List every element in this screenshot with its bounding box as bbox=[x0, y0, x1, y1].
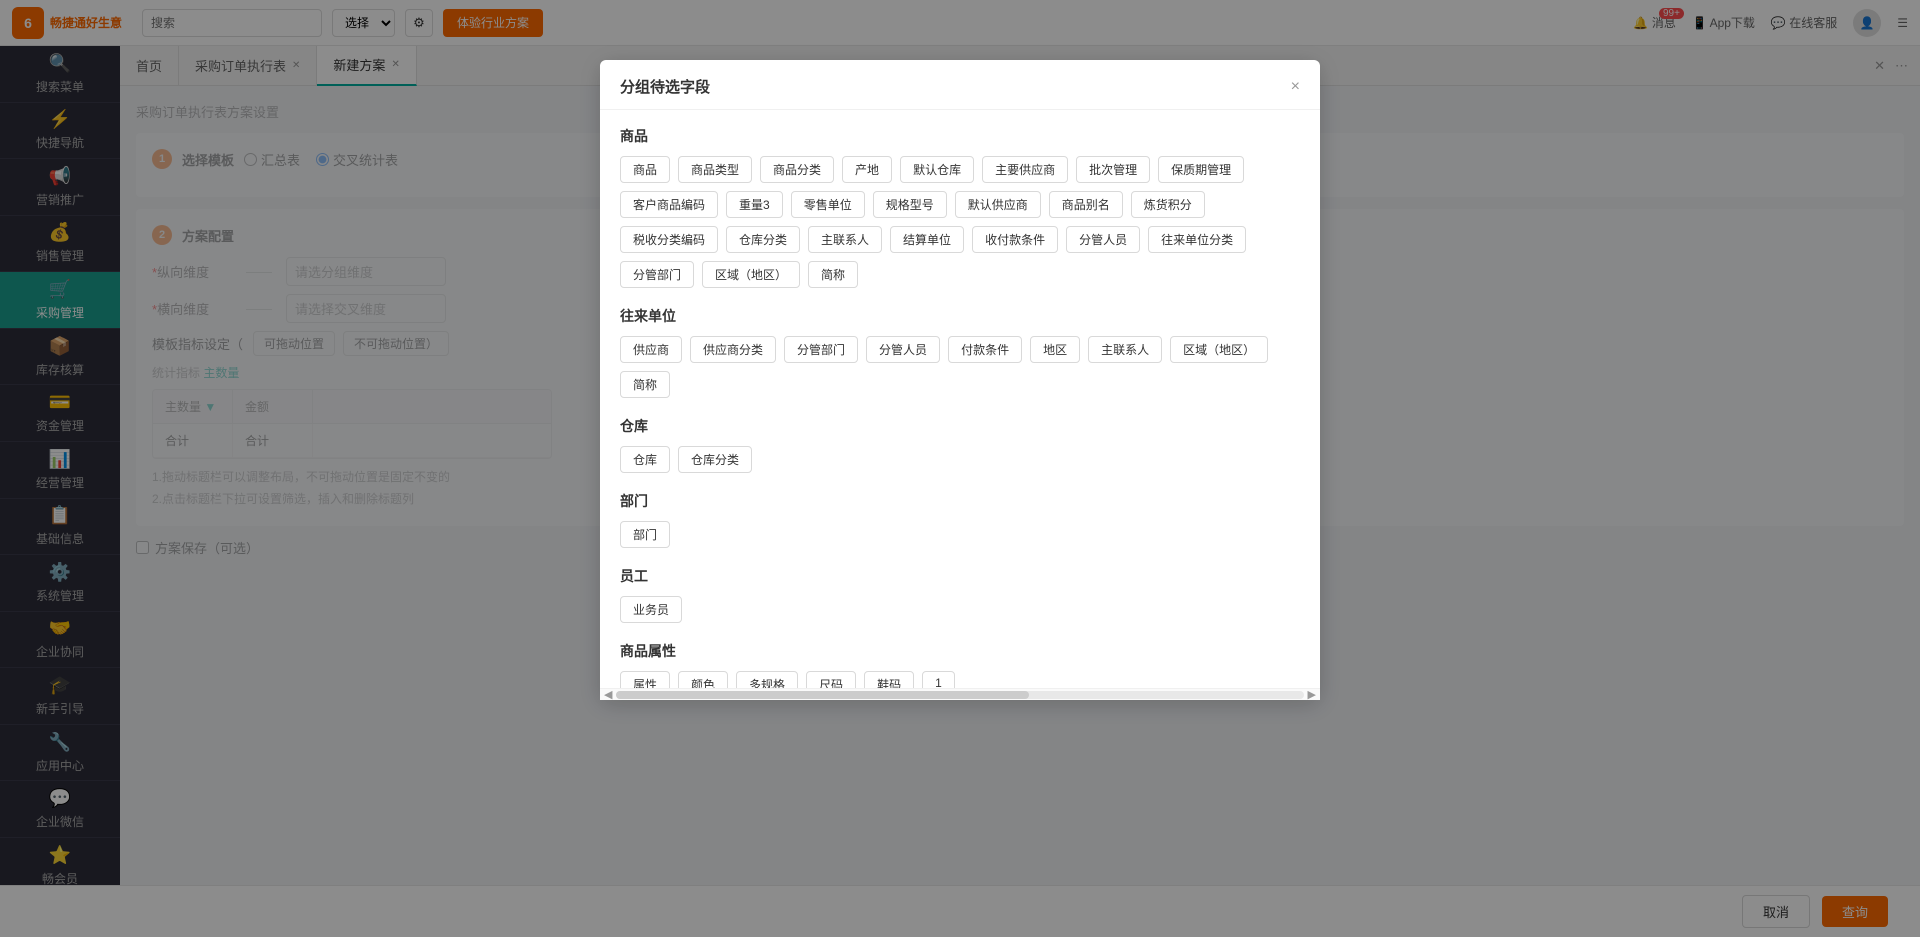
field-tag[interactable]: 付款条件 bbox=[948, 336, 1022, 363]
section-product-attr: 商品属性 属性 颜色 多规格 尺码 鞋码 1 bbox=[620, 641, 1300, 688]
hscroll-track bbox=[616, 691, 1303, 699]
field-tag[interactable]: 颜色 bbox=[678, 671, 728, 688]
product-tags: 商品 商品类型 商品分类 产地 默认仓库 主要供应商 批次管理 保质期管理 客户… bbox=[620, 156, 1300, 288]
field-tag[interactable]: 批次管理 bbox=[1076, 156, 1150, 183]
field-tag[interactable]: 区域（地区） bbox=[702, 261, 800, 288]
modal-close-button[interactable]: × bbox=[1291, 78, 1300, 96]
hscroll-thumb[interactable] bbox=[616, 691, 1028, 699]
modal-title: 分组待选字段 bbox=[620, 76, 710, 97]
field-tag[interactable]: 收付款条件 bbox=[972, 226, 1058, 253]
field-tag[interactable]: 主联系人 bbox=[1088, 336, 1162, 363]
field-tag[interactable]: 客户商品编码 bbox=[620, 191, 718, 218]
field-tag[interactable]: 分管人员 bbox=[866, 336, 940, 363]
section-warehouse-title: 仓库 bbox=[620, 416, 1300, 436]
field-tag[interactable]: 商品分类 bbox=[760, 156, 834, 183]
field-tag[interactable]: 分管部门 bbox=[620, 261, 694, 288]
field-tag[interactable]: 简称 bbox=[808, 261, 858, 288]
field-tag[interactable]: 默认供应商 bbox=[955, 191, 1041, 218]
field-tag[interactable]: 零售单位 bbox=[791, 191, 865, 218]
field-tag[interactable]: 税收分类编码 bbox=[620, 226, 718, 253]
field-tag[interactable]: 仓库 bbox=[620, 446, 670, 473]
field-tag[interactable]: 供应商分类 bbox=[690, 336, 776, 363]
field-tag[interactable]: 尺码 bbox=[806, 671, 856, 688]
field-tag[interactable]: 业务员 bbox=[620, 596, 682, 623]
field-tag[interactable]: 商品 bbox=[620, 156, 670, 183]
section-product-attr-title: 商品属性 bbox=[620, 641, 1300, 661]
field-tag[interactable]: 重量3 bbox=[726, 191, 783, 218]
section-partner-title: 往来单位 bbox=[620, 306, 1300, 326]
field-tag[interactable]: 炼货积分 bbox=[1131, 191, 1205, 218]
field-tag[interactable]: 产地 bbox=[842, 156, 892, 183]
field-tag[interactable]: 属性 bbox=[620, 671, 670, 688]
section-product: 商品 商品 商品类型 商品分类 产地 默认仓库 主要供应商 批次管理 保质期管理… bbox=[620, 126, 1300, 288]
field-tag[interactable]: 往来单位分类 bbox=[1148, 226, 1246, 253]
product-attr-tags: 属性 颜色 多规格 尺码 鞋码 1 bbox=[620, 671, 1300, 688]
field-tag[interactable]: 仓库分类 bbox=[678, 446, 752, 473]
field-tag[interactable]: 分管人员 bbox=[1066, 226, 1140, 253]
field-tag[interactable]: 保质期管理 bbox=[1158, 156, 1244, 183]
field-tag[interactable]: 结算单位 bbox=[890, 226, 964, 253]
field-tag[interactable]: 部门 bbox=[620, 521, 670, 548]
field-tag[interactable]: 区域（地区） bbox=[1170, 336, 1268, 363]
field-tag[interactable]: 分管部门 bbox=[784, 336, 858, 363]
section-dept: 部门 部门 bbox=[620, 491, 1300, 548]
field-tag[interactable]: 主要供应商 bbox=[982, 156, 1068, 183]
dept-tags: 部门 bbox=[620, 521, 1300, 548]
section-partner: 往来单位 供应商 供应商分类 分管部门 分管人员 付款条件 地区 主联系人 区域… bbox=[620, 306, 1300, 398]
section-dept-title: 部门 bbox=[620, 491, 1300, 511]
warehouse-tags: 仓库 仓库分类 bbox=[620, 446, 1300, 473]
field-select-modal: 分组待选字段 × 商品 商品 商品类型 商品分类 产地 默认仓库 主要供应商 批… bbox=[600, 60, 1320, 700]
field-tag[interactable]: 仓库分类 bbox=[726, 226, 800, 253]
field-tag[interactable]: 鞋码 bbox=[864, 671, 914, 688]
field-tag[interactable]: 规格型号 bbox=[873, 191, 947, 218]
employee-tags: 业务员 bbox=[620, 596, 1300, 623]
section-employee: 员工 业务员 bbox=[620, 566, 1300, 623]
field-tag[interactable]: 商品别名 bbox=[1049, 191, 1123, 218]
section-product-title: 商品 bbox=[620, 126, 1300, 146]
modal-header: 分组待选字段 × bbox=[600, 60, 1320, 110]
modal-horizontal-scrollbar[interactable]: ◀ ▶ bbox=[600, 688, 1320, 700]
modal-body: 商品 商品 商品类型 商品分类 产地 默认仓库 主要供应商 批次管理 保质期管理… bbox=[600, 110, 1320, 688]
field-tag[interactable]: 多规格 bbox=[736, 671, 798, 688]
field-tag[interactable]: 简称 bbox=[620, 371, 670, 398]
field-tag[interactable]: 1 bbox=[922, 671, 955, 688]
partner-tags: 供应商 供应商分类 分管部门 分管人员 付款条件 地区 主联系人 区域（地区） … bbox=[620, 336, 1300, 398]
modal-overlay: 分组待选字段 × 商品 商品 商品类型 商品分类 产地 默认仓库 主要供应商 批… bbox=[0, 0, 1920, 937]
section-warehouse: 仓库 仓库 仓库分类 bbox=[620, 416, 1300, 473]
field-tag[interactable]: 默认仓库 bbox=[900, 156, 974, 183]
field-tag[interactable]: 供应商 bbox=[620, 336, 682, 363]
field-tag[interactable]: 地区 bbox=[1030, 336, 1080, 363]
field-tag[interactable]: 主联系人 bbox=[808, 226, 882, 253]
field-tag[interactable]: 商品类型 bbox=[678, 156, 752, 183]
section-employee-title: 员工 bbox=[620, 566, 1300, 586]
